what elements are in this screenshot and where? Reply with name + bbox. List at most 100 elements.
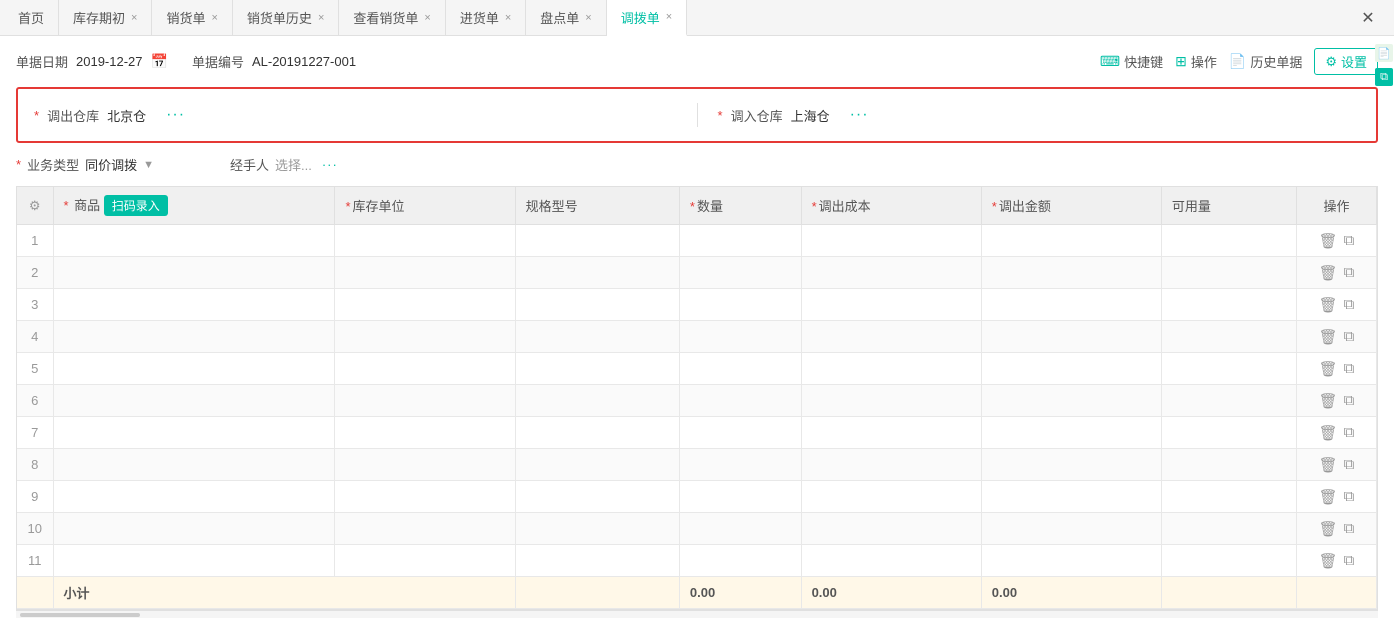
row-cost-10[interactable]: [801, 513, 981, 545]
delete-row-icon[interactable]: 🗑: [1319, 456, 1338, 474]
shortcuts-action[interactable]: ⌨ 快捷键: [1100, 52, 1163, 71]
copy-row-icon[interactable]: ⧉: [1344, 360, 1355, 377]
scroll-thumb[interactable]: [20, 613, 140, 617]
handler-more-btn[interactable]: ···: [322, 157, 338, 172]
row-product-8[interactable]: [53, 449, 335, 481]
close-tab-purchase[interactable]: ×: [505, 12, 511, 24]
row-spec-11[interactable]: [515, 545, 679, 577]
row-product-7[interactable]: [53, 417, 335, 449]
row-qty-10[interactable]: [679, 513, 801, 545]
copy-row-icon[interactable]: ⧉: [1344, 424, 1355, 441]
in-warehouse-value[interactable]: 上海仓: [791, 106, 830, 125]
row-spec-1[interactable]: [515, 225, 679, 257]
delete-row-icon[interactable]: 🗑: [1319, 232, 1338, 250]
out-warehouse-value[interactable]: 北京仓: [107, 106, 146, 125]
row-cost-4[interactable]: [801, 321, 981, 353]
close-tab-inventory-init[interactable]: ×: [131, 12, 137, 24]
copy-row-icon[interactable]: ⧉: [1344, 456, 1355, 473]
row-available-5[interactable]: [1161, 353, 1296, 385]
row-cost-3[interactable]: [801, 289, 981, 321]
in-warehouse-more-btn[interactable]: ···: [850, 106, 869, 124]
delete-row-icon[interactable]: 🗑: [1319, 488, 1338, 506]
row-cost-1[interactable]: [801, 225, 981, 257]
row-product-5[interactable]: [53, 353, 335, 385]
row-qty-8[interactable]: [679, 449, 801, 481]
tab-stock-take[interactable]: 盘点单 ×: [526, 0, 606, 36]
scan-entry-button[interactable]: 扫码录入: [104, 195, 168, 216]
row-available-6[interactable]: [1161, 385, 1296, 417]
business-type-value[interactable]: 同价调拨: [85, 155, 137, 174]
row-unit-4[interactable]: [335, 321, 515, 353]
row-spec-4[interactable]: [515, 321, 679, 353]
row-product-6[interactable]: [53, 385, 335, 417]
row-amount-4[interactable]: [981, 321, 1161, 353]
table-gear-header[interactable]: ⚙: [17, 187, 53, 225]
row-qty-7[interactable]: [679, 417, 801, 449]
row-cost-11[interactable]: [801, 545, 981, 577]
row-spec-9[interactable]: [515, 481, 679, 513]
row-unit-9[interactable]: [335, 481, 515, 513]
row-qty-9[interactable]: [679, 481, 801, 513]
tab-sales-history[interactable]: 销货单历史 ×: [233, 0, 339, 36]
row-spec-3[interactable]: [515, 289, 679, 321]
row-product-1[interactable]: [53, 225, 335, 257]
out-warehouse-more-btn[interactable]: ···: [166, 106, 185, 124]
tab-sales-order[interactable]: 销货单 ×: [152, 0, 232, 36]
calendar-icon[interactable]: 📅: [151, 53, 168, 70]
copy-row-icon[interactable]: ⧉: [1344, 264, 1355, 281]
row-unit-3[interactable]: [335, 289, 515, 321]
row-qty-4[interactable]: [679, 321, 801, 353]
row-available-8[interactable]: [1161, 449, 1296, 481]
copy-row-icon[interactable]: ⧉: [1344, 520, 1355, 537]
close-tab-transfer[interactable]: ×: [666, 11, 672, 23]
delete-row-icon[interactable]: 🗑: [1319, 296, 1338, 314]
business-type-dropdown-icon[interactable]: ▼: [143, 159, 154, 171]
row-unit-11[interactable]: [335, 545, 515, 577]
copy-row-icon[interactable]: ⧉: [1344, 328, 1355, 345]
row-available-4[interactable]: [1161, 321, 1296, 353]
delete-row-icon[interactable]: 🗑: [1319, 328, 1338, 346]
close-tab-sales-order[interactable]: ×: [211, 12, 217, 24]
tab-view-sales[interactable]: 查看销货单 ×: [339, 0, 445, 36]
copy-row-icon[interactable]: ⧉: [1344, 392, 1355, 409]
row-unit-10[interactable]: [335, 513, 515, 545]
row-unit-1[interactable]: [335, 225, 515, 257]
copy-row-icon[interactable]: ⧉: [1344, 552, 1355, 569]
row-available-3[interactable]: [1161, 289, 1296, 321]
row-cost-5[interactable]: [801, 353, 981, 385]
delete-row-icon[interactable]: 🗑: [1319, 264, 1338, 282]
row-amount-3[interactable]: [981, 289, 1161, 321]
row-cost-9[interactable]: [801, 481, 981, 513]
row-amount-10[interactable]: [981, 513, 1161, 545]
delete-row-icon[interactable]: 🗑: [1319, 424, 1338, 442]
row-spec-8[interactable]: [515, 449, 679, 481]
delete-row-icon[interactable]: 🗑: [1319, 520, 1338, 538]
row-product-4[interactable]: [53, 321, 335, 353]
row-spec-6[interactable]: [515, 385, 679, 417]
row-available-11[interactable]: [1161, 545, 1296, 577]
row-product-10[interactable]: [53, 513, 335, 545]
delete-row-icon[interactable]: 🗑: [1319, 552, 1338, 570]
row-amount-5[interactable]: [981, 353, 1161, 385]
tab-purchase[interactable]: 进货单 ×: [446, 0, 526, 36]
row-product-2[interactable]: [53, 257, 335, 289]
row-spec-10[interactable]: [515, 513, 679, 545]
delete-row-icon[interactable]: 🗑: [1319, 360, 1338, 378]
row-unit-2[interactable]: [335, 257, 515, 289]
row-amount-11[interactable]: [981, 545, 1161, 577]
row-unit-6[interactable]: [335, 385, 515, 417]
copy-row-icon[interactable]: ⧉: [1344, 296, 1355, 313]
row-spec-7[interactable]: [515, 417, 679, 449]
row-unit-7[interactable]: [335, 417, 515, 449]
sidebar-doc-icon[interactable]: 📄: [1375, 44, 1393, 62]
row-product-3[interactable]: [53, 289, 335, 321]
tab-home[interactable]: 首页: [4, 0, 59, 36]
row-unit-8[interactable]: [335, 449, 515, 481]
row-spec-2[interactable]: [515, 257, 679, 289]
operations-action[interactable]: ⊞ 操作: [1175, 52, 1217, 71]
copy-row-icon[interactable]: ⧉: [1344, 232, 1355, 249]
row-available-2[interactable]: [1161, 257, 1296, 289]
handler-input[interactable]: 选择...: [275, 155, 312, 174]
history-action[interactable]: 📄 历史单据: [1229, 52, 1302, 71]
row-qty-1[interactable]: [679, 225, 801, 257]
